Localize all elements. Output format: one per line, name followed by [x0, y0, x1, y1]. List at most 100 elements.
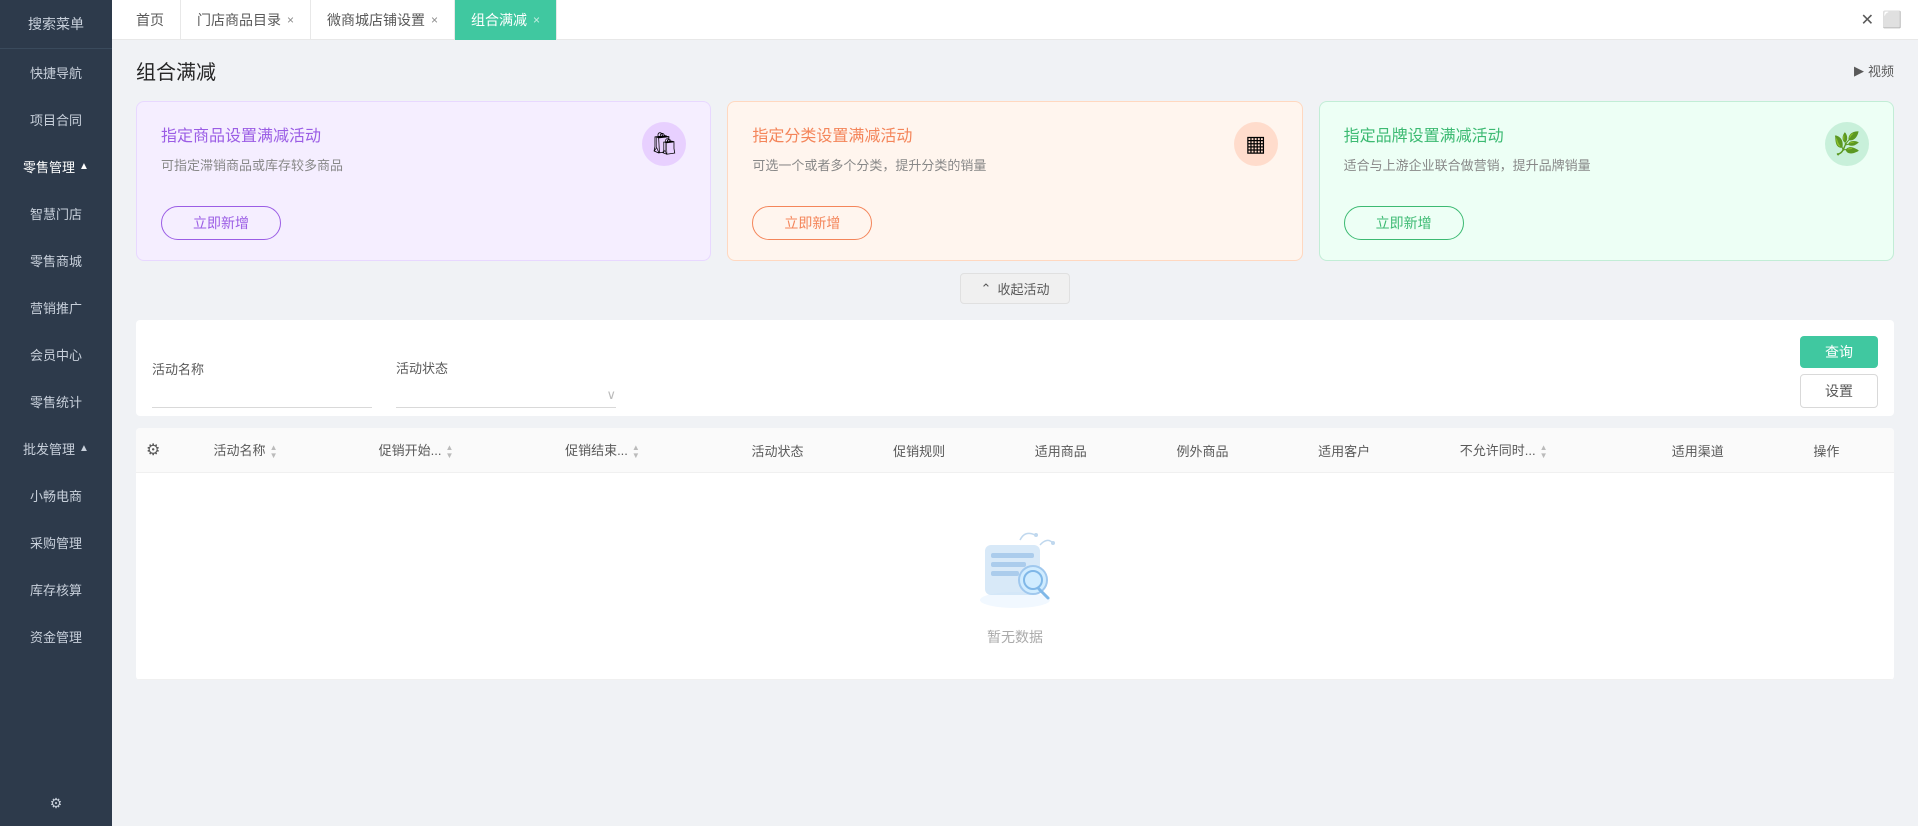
main-area: 首页门店商品目录 × 微商城店铺设置 × 组合满减 × ✕ ⬜ 组合满减 ▶ 视频 🛍 指…: [112, 0, 1918, 826]
card-category: ▦ 指定分类设置满减活动 可选一个或者多个分类，提升分类的销量 立即新增: [727, 101, 1302, 261]
tab-close-icon[interactable]: ×: [431, 13, 438, 27]
sidebar-label: 零售统计: [30, 392, 82, 411]
sidebar-item-finance[interactable]: 资金管理: [0, 613, 112, 660]
tab-label: 门店商品目录: [197, 10, 281, 30]
card-title: 指定品牌设置满减活动: [1344, 122, 1869, 146]
col-activity-name[interactable]: 活动名称▲▼: [204, 428, 369, 473]
collapse-bar: ⌃ 收起活动: [136, 273, 1894, 304]
activity-name-input[interactable]: [152, 384, 372, 408]
sidebar: 搜索菜单 快捷导航项目合同零售管理 ▲ 智慧门店零售商城营销推广会员中心零售统计批发…: [0, 0, 112, 826]
video-label: 视频: [1868, 61, 1894, 80]
sidebar-item-wholesale-mgmt[interactable]: 批发管理▲: [0, 425, 112, 472]
col-operation: 操作: [1803, 428, 1894, 473]
filter-row: 活动名称 活动状态 ∨ 查询 设置: [136, 320, 1894, 416]
card-icon-orange: ▦: [1234, 122, 1278, 166]
cards-row: 🛍 指定商品设置满减活动 可指定滞销商品或库存较多商品 立即新增 ▦ 指定分类设…: [136, 101, 1894, 261]
col-promo-start[interactable]: 促销开始...▲▼: [369, 428, 555, 473]
tab-close-icon[interactable]: ×: [533, 13, 540, 27]
col-applicable-customer: 适用客户: [1308, 428, 1450, 473]
sidebar-item-retail-stats[interactable]: 零售统计: [0, 378, 112, 425]
tab-combo-discount[interactable]: 组合满减 ×: [455, 0, 557, 40]
sidebar-label: 会员中心: [30, 345, 82, 364]
col-applicable-goods: 适用商品: [1025, 428, 1167, 473]
col-exception-goods: 例外商品: [1166, 428, 1308, 473]
tab-store-catalog[interactable]: 门店商品目录 ×: [181, 0, 311, 40]
card-desc: 可选一个或者多个分类，提升分类的销量: [752, 156, 1277, 192]
card-add-btn[interactable]: 立即新增: [1344, 206, 1464, 240]
sidebar-label: 小畅电商: [30, 486, 82, 505]
card-brand: 🌿 指定品牌设置满减活动 适合与上游企业联合做营销，提升品牌销量 立即新增: [1319, 101, 1894, 261]
tab-bar-actions: ✕ ⬜: [1861, 10, 1910, 30]
card-product: 🛍 指定商品设置满减活动 可指定滞销商品或库存较多商品 立即新增: [136, 101, 711, 261]
sidebar-label: 资金管理: [30, 627, 82, 646]
sidebar-label: 库存核算: [30, 580, 82, 599]
restore-window-icon[interactable]: ⬜: [1882, 10, 1902, 30]
page-header: 组合满减 ▶ 视频: [136, 56, 1894, 85]
activity-status-select[interactable]: ∨: [396, 383, 616, 408]
video-link[interactable]: ▶ 视频: [1854, 61, 1894, 80]
sort-icon: ▲▼: [270, 444, 278, 460]
card-icon-purple: 🛍: [642, 122, 686, 166]
tab-close-icon[interactable]: ×: [287, 13, 294, 27]
card-add-btn[interactable]: 立即新增: [752, 206, 872, 240]
card-title: 指定分类设置满减活动: [752, 122, 1277, 146]
query-button[interactable]: 查询: [1800, 336, 1878, 368]
activity-status-label: 活动状态: [396, 358, 616, 377]
tab-bar: 首页门店商品目录 × 微商城店铺设置 × 组合满减 × ✕ ⬜: [112, 0, 1918, 40]
sidebar-label: 零售管理: [23, 157, 75, 176]
empty-text: 暂无数据: [987, 627, 1043, 647]
chevron-down-icon: ∨: [606, 387, 616, 403]
sidebar-item-retail-mall[interactable]: 零售商城: [0, 237, 112, 284]
sort-icon: ▲▼: [632, 444, 640, 460]
activity-status-filter-group: 活动状态 ∨: [396, 358, 616, 408]
sidebar-item-quick-nav[interactable]: 快捷导航: [0, 49, 112, 96]
card-icon-green: 🌿: [1825, 122, 1869, 166]
sidebar-label: 营销推广: [30, 298, 82, 317]
tab-wechat-store-settings[interactable]: 微商城店铺设置 ×: [311, 0, 455, 40]
arrow-icon: ▲: [79, 443, 89, 454]
col-not-allow-concurrent[interactable]: 不允许同时...▲▼: [1450, 428, 1662, 473]
table-header: ⚙活动名称▲▼促销开始...▲▼促销结束...▲▼活动状态促销规则适用商品例外商…: [136, 428, 1894, 473]
collapse-activities-btn[interactable]: ⌃ 收起活动: [960, 273, 1071, 304]
sidebar-item-inventory[interactable]: 库存核算: [0, 566, 112, 613]
col-applicable-channel: 适用渠道: [1662, 428, 1804, 473]
col-settings: ⚙: [136, 428, 204, 473]
empty-illustration: [965, 525, 1065, 615]
sidebar-item-project-contract[interactable]: 项目合同: [0, 96, 112, 143]
tab-label: 微商城店铺设置: [327, 10, 425, 30]
arrow-icon: ▲: [79, 161, 89, 172]
sidebar-label: 快捷导航: [30, 63, 82, 82]
page-title: 组合满减: [136, 56, 216, 85]
settings-button[interactable]: 设置: [1800, 374, 1878, 408]
tab-home[interactable]: 首页: [120, 0, 181, 40]
tab-label: 组合满减: [471, 10, 527, 30]
empty-state: 暂无数据: [146, 485, 1884, 667]
sidebar-label: 智慧门店: [30, 204, 82, 223]
col-promo-end[interactable]: 促销结束...▲▼: [555, 428, 741, 473]
filter-actions: 查询 设置: [1800, 336, 1878, 408]
sidebar-label: 项目合同: [30, 110, 82, 129]
card-title: 指定商品设置满减活动: [161, 122, 686, 146]
activity-name-filter-group: 活动名称: [152, 359, 372, 408]
sidebar-item-procurement[interactable]: 采购管理: [0, 519, 112, 566]
sidebar-item-xiaochangec[interactable]: 小畅电商: [0, 472, 112, 519]
activity-name-label: 活动名称: [152, 359, 372, 378]
sort-icon: ▲▼: [446, 444, 454, 460]
collapse-btn-label: 收起活动: [997, 279, 1049, 298]
table-container: ⚙活动名称▲▼促销开始...▲▼促销结束...▲▼活动状态促销规则适用商品例外商…: [136, 428, 1894, 680]
sidebar-item-retail-mgmt[interactable]: 零售管理 ▲: [0, 143, 112, 190]
sidebar-label: 零售商城: [30, 251, 82, 270]
play-icon: ▶: [1854, 63, 1864, 79]
card-add-btn[interactable]: 立即新增: [161, 206, 281, 240]
data-table: ⚙活动名称▲▼促销开始...▲▼促销结束...▲▼活动状态促销规则适用商品例外商…: [136, 428, 1894, 680]
close-window-icon[interactable]: ✕: [1861, 10, 1874, 30]
sidebar-label: 采购管理: [30, 533, 82, 552]
sidebar-item-member-center[interactable]: 会员中心: [0, 331, 112, 378]
sort-icon: ▲▼: [1540, 444, 1548, 460]
sidebar-item-smart-store[interactable]: 智慧门店: [0, 190, 112, 237]
table-settings-gear-icon[interactable]: ⚙: [146, 442, 160, 459]
sidebar-search[interactable]: 搜索菜单: [0, 0, 112, 49]
col-activity-status: 活动状态: [741, 428, 883, 473]
sidebar-settings-btn[interactable]: ⚙: [0, 781, 112, 826]
sidebar-item-marketing[interactable]: 营销推广: [0, 284, 112, 331]
